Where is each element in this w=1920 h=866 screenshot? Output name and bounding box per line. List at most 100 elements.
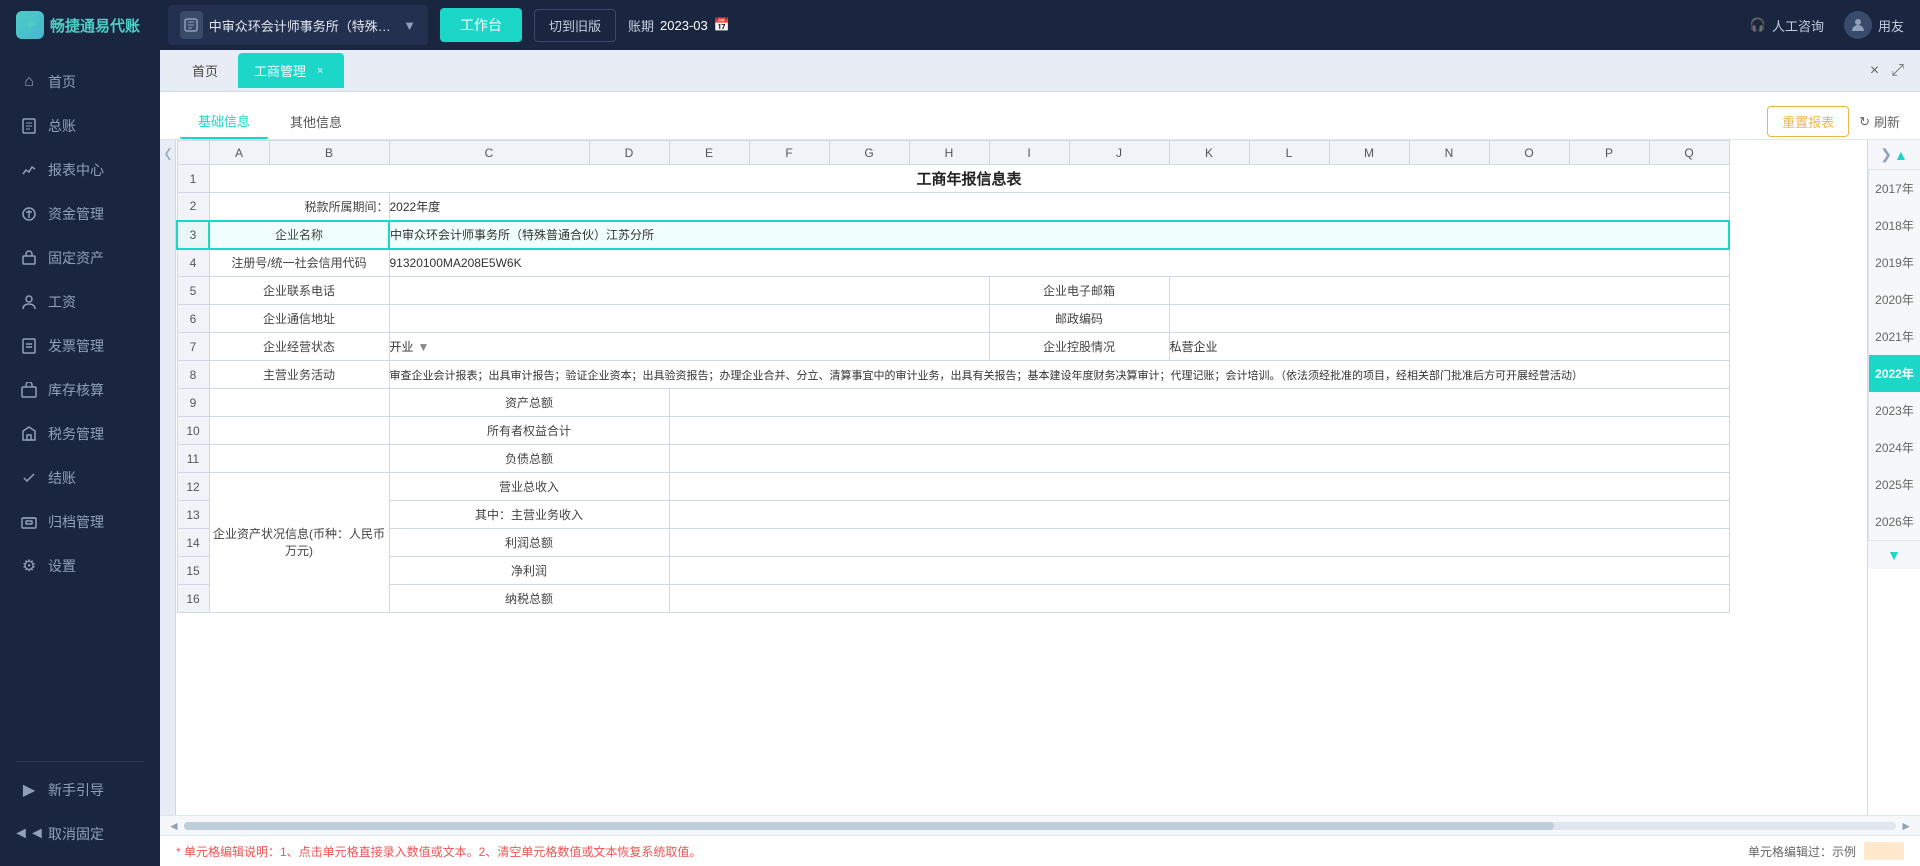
cell-company-value[interactable]: 中审众环会计师事务所（特殊普通合伙）江苏分所: [389, 221, 1729, 249]
col-l[interactable]: L: [1249, 141, 1329, 165]
cell-address-value[interactable]: [389, 305, 989, 333]
year-item-2020[interactable]: 2020年: [1869, 281, 1920, 318]
cell-regno-value[interactable]: 91320100MA208E5W6K: [389, 249, 1729, 277]
cell-main-revenue-value[interactable]: [669, 501, 1729, 529]
year-item-2019[interactable]: 2019年: [1869, 244, 1920, 281]
cell-title[interactable]: 工商年报信息表: [209, 165, 1729, 193]
table-row: 1 工商年报信息表: [177, 165, 1729, 193]
col-k[interactable]: K: [1169, 141, 1249, 165]
cell-assets-value[interactable]: [669, 389, 1729, 417]
cell-profit-value[interactable]: [669, 529, 1729, 557]
company-icon: [180, 11, 203, 39]
year-item-2022[interactable]: 2022年: [1869, 355, 1920, 392]
row-num-10: 10: [177, 417, 209, 445]
calendar-icon[interactable]: 📅: [714, 17, 730, 33]
cell-shareholding-value[interactable]: 私营企业: [1169, 333, 1729, 361]
sidebar-item-reports[interactable]: 报表中心: [0, 148, 160, 192]
col-e[interactable]: E: [669, 141, 749, 165]
cell-tax-total-value[interactable]: [669, 585, 1729, 613]
spreadsheet-main[interactable]: A B C D E F G H I J K L: [176, 140, 1867, 815]
refresh-label: 刷新: [1874, 112, 1900, 131]
year-item-2026[interactable]: 2026年: [1869, 503, 1920, 540]
sidebar-bottom: ▶ 新手引导 ◄◄ 取消固定: [0, 755, 160, 866]
year-item-2018[interactable]: 2018年: [1869, 207, 1920, 244]
scroll-left-btn[interactable]: ◄: [168, 819, 180, 833]
cell-liabilities-value[interactable]: [669, 445, 1729, 473]
panel-collapse-left[interactable]: ❯: [1880, 146, 1892, 163]
sub-tab-other[interactable]: 其他信息: [272, 105, 360, 138]
left-collapse-btn[interactable]: [160, 140, 176, 815]
company-selector[interactable]: 中审众环会计师事务所（特殊普通合伙... ▼: [168, 5, 428, 45]
table-row: 7 企业经营状态 开业 ▼ 企业控股情况 私营企业: [177, 333, 1729, 361]
sub-tab-basic-label: 基础信息: [198, 114, 250, 129]
sidebar-item-home[interactable]: ⌂ 首页: [0, 60, 160, 104]
panel-up-icon[interactable]: ▲: [1894, 147, 1908, 163]
sidebar-item-guide[interactable]: ▶ 新手引导: [0, 768, 160, 812]
cell-period-value[interactable]: 2022年度: [389, 193, 1729, 221]
sidebar-item-payroll[interactable]: 工资: [0, 280, 160, 324]
col-o[interactable]: O: [1489, 141, 1569, 165]
support-button[interactable]: 🎧 人工咨询: [1750, 16, 1824, 35]
row-num-16: 16: [177, 585, 209, 613]
col-i[interactable]: I: [989, 141, 1069, 165]
year-item-2025[interactable]: 2025年: [1869, 466, 1920, 503]
cell-email-value[interactable]: [1169, 277, 1729, 305]
scroll-right-btn[interactable]: ►: [1900, 819, 1912, 833]
sidebar-item-closing[interactable]: 结账: [0, 456, 160, 500]
col-j[interactable]: J: [1069, 141, 1169, 165]
col-g[interactable]: G: [829, 141, 909, 165]
sidebar-item-ledger[interactable]: 总账: [0, 104, 160, 148]
col-p[interactable]: P: [1569, 141, 1649, 165]
cell-phone-value[interactable]: [389, 277, 989, 305]
year-item-2024[interactable]: 2024年: [1869, 429, 1920, 466]
col-q[interactable]: Q: [1649, 141, 1729, 165]
sidebar-item-tax[interactable]: 税务管理: [0, 412, 160, 456]
col-f[interactable]: F: [749, 141, 829, 165]
col-a[interactable]: A: [209, 141, 269, 165]
row-num-8: 8: [177, 361, 209, 389]
col-m[interactable]: M: [1329, 141, 1409, 165]
tab-home[interactable]: 首页: [176, 53, 234, 88]
sub-tab-basic[interactable]: 基础信息: [180, 104, 268, 139]
cell-edited-label: 单元格编辑过：示例: [1748, 843, 1856, 860]
sidebar-item-inventory[interactable]: 库存核算: [0, 368, 160, 412]
year-item-2023[interactable]: 2023年: [1869, 392, 1920, 429]
cell-postal-value[interactable]: [1169, 305, 1729, 333]
sidebar-item-settings[interactable]: ⚙ 设置: [0, 544, 160, 588]
reset-report-button[interactable]: 重置报表: [1767, 106, 1849, 137]
year-item-2021[interactable]: 2021年: [1869, 318, 1920, 355]
cell-total-revenue-value[interactable]: [669, 473, 1729, 501]
user-info[interactable]: 用友: [1844, 11, 1904, 39]
year-item-2017[interactable]: 2017年: [1869, 170, 1920, 207]
sidebar-label-guide: 新手引导: [48, 780, 104, 800]
topbar: ✦ 畅捷通易代账 中审众环会计师事务所（特殊普通合伙... ▼ 工作台 切到旧版…: [0, 0, 1920, 50]
sidebar-item-unpin[interactable]: ◄◄ 取消固定: [0, 812, 160, 856]
refresh-button[interactable]: ↻ 刷新: [1859, 112, 1900, 131]
col-h[interactable]: H: [909, 141, 989, 165]
corner-cell: [177, 141, 209, 165]
col-n[interactable]: N: [1409, 141, 1489, 165]
bottom-scrollbar[interactable]: ◄ ►: [160, 815, 1920, 835]
window-close-btn[interactable]: ×: [1870, 62, 1879, 80]
col-d[interactable]: D: [589, 141, 669, 165]
sidebar-item-invoice[interactable]: 发票管理: [0, 324, 160, 368]
col-b[interactable]: B: [269, 141, 389, 165]
tab-gongshang[interactable]: 工商管理 ×: [238, 53, 344, 88]
sidebar-item-finance[interactable]: 资金管理: [0, 192, 160, 236]
scroll-track[interactable]: [184, 822, 1896, 830]
col-c[interactable]: C: [389, 141, 589, 165]
sidebar-item-assets[interactable]: 固定资产: [0, 236, 160, 280]
sidebar-item-archive[interactable]: 归档管理: [0, 500, 160, 544]
window-expand-btn[interactable]: ⤢: [1891, 62, 1904, 80]
cell-net-profit-value[interactable]: [669, 557, 1729, 585]
tab-close-icon[interactable]: ×: [312, 63, 328, 79]
cell-status-value[interactable]: 开业 ▼: [389, 333, 989, 361]
old-version-button[interactable]: 切到旧版: [534, 9, 616, 42]
panel-down-icon[interactable]: ▼: [1887, 547, 1901, 563]
workbench-button[interactable]: 工作台: [440, 8, 522, 42]
sub-tabs: 基础信息 其他信息 重置报表 ↻ 刷新: [160, 92, 1920, 140]
scroll-thumb: [184, 822, 1554, 830]
cell-business-value[interactable]: 审查企业会计报表；出具审计报告；验证企业资本；出具验资报告；办理企业合并、分立、…: [389, 361, 1729, 389]
cell-equity-value[interactable]: [669, 417, 1729, 445]
support-label: 人工咨询: [1772, 16, 1824, 35]
